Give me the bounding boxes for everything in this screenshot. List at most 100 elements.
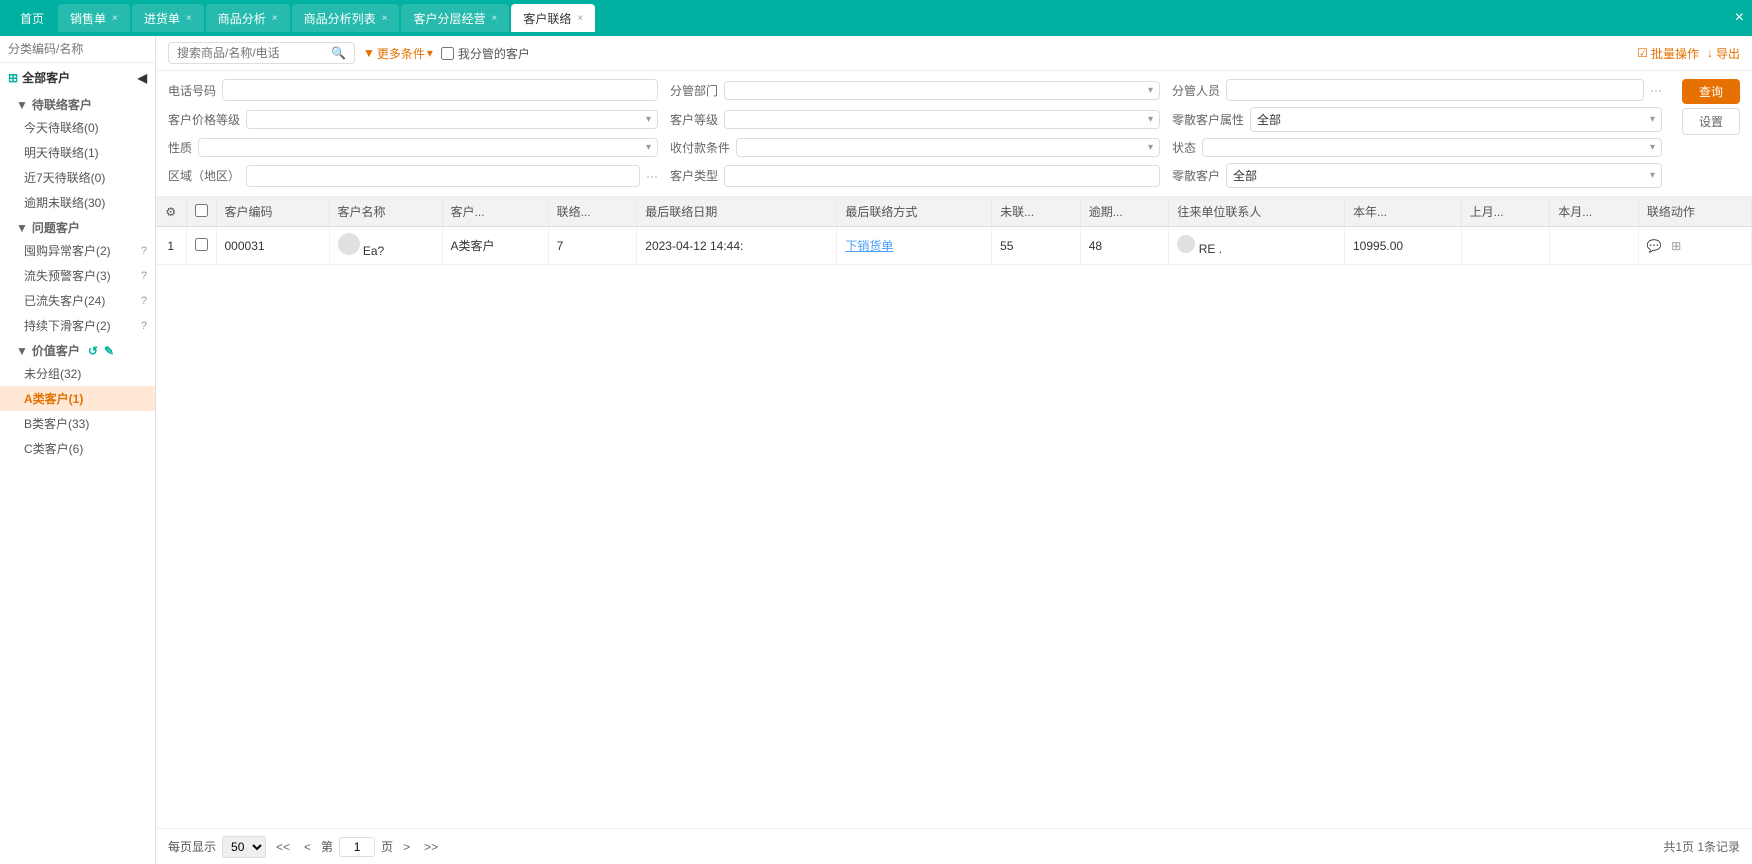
row-overdue: 48 [1080,227,1169,265]
col-this-month: 本月... [1550,197,1639,227]
sidebar-item-class-a[interactable]: A类客户(1) [0,386,155,411]
tab-customer-contact[interactable]: 客户联络 × [511,4,595,32]
sidebar-item-tomorrow-pending[interactable]: 明天待联络(1) [0,140,155,165]
phone-input[interactable] [222,79,658,101]
retail-attr-select[interactable]: 全部 ▾ [1250,107,1662,132]
nature-select[interactable]: ▾ [198,138,658,157]
person-input[interactable] [1226,79,1644,101]
row-actions-cell: 💬 ⊞ [1638,227,1751,265]
sidebar-item-overdue-pending[interactable]: 逾期未联络(30) [0,190,155,215]
payment-chevron-icon: ▾ [1148,142,1153,153]
table-header-row: ⚙ 客户编码 客户名称 客户... 联络... 最后联络日期 最后联络方式 未联… [156,197,1752,227]
next-last-btn[interactable]: >> [420,840,442,854]
refresh-icon[interactable]: ↺ [88,344,98,358]
col-code: 客户编码 [216,197,329,227]
region-ellipsis-btn[interactable]: ··· [646,169,658,183]
query-button[interactable]: 查询 [1682,79,1740,104]
customer-type-input[interactable] [724,165,1160,187]
sidebar-item-class-b[interactable]: B类客户(33) [0,411,155,436]
close-customer-contact-icon[interactable]: × [577,13,583,24]
close-product-analysis-list-icon[interactable]: × [382,13,388,24]
col-last-month: 上月... [1461,197,1550,227]
window-close-icon[interactable]: × [1735,9,1744,27]
filter-row-1: 电话号码 分管部门 ▾ 分管人员 [168,79,1674,101]
row-last-contact-method[interactable]: 下销货单 [837,227,992,265]
help-icon-lost-warning[interactable]: ? [141,270,147,282]
my-customers-checkbox[interactable]: 我分管的客户 [441,45,530,62]
dept-chevron-icon: ▾ [1148,85,1153,96]
sidebar-item-declining[interactable]: 持续下滑客户(2) ? [0,313,155,338]
row-this-month [1550,227,1639,265]
status-select[interactable]: ▾ [1202,138,1662,157]
row-checkbox[interactable] [195,238,208,251]
filter-cell-nature: 性质 ▾ [168,138,670,157]
last-contact-link[interactable]: 下销货单 [845,239,893,253]
sidebar-item-today-pending[interactable]: 今天待联络(0) [0,115,155,140]
my-customers-check[interactable] [441,47,454,60]
help-icon-abnormal[interactable]: ? [141,245,147,257]
export-btn[interactable]: ↓ 导出 [1707,45,1740,62]
filter-cell-customer-level: 客户等级 ▾ [670,110,1172,129]
col-not-contacted: 未联... [992,197,1081,227]
tab-sales-order[interactable]: 销售单 × [58,4,130,32]
prev-btn[interactable]: < [300,840,315,854]
sidebar-all-customers[interactable]: ⊞ 全部客户 ◀ [0,63,155,92]
sidebar-item-abnormal[interactable]: 囤购异常客户(2) ? [0,238,155,263]
more-filters-btn[interactable]: ▼ 更多条件 ▾ [363,45,433,62]
home-tab[interactable]: 首页 [8,4,56,32]
qrcode-icon[interactable]: ⊞ [1671,239,1681,253]
sidebar: 🔍 ⊞ 全部客户 ◀ ▼ 待联络客户 今天待联络(0) 明天待联络(1) 近7天… [0,36,156,864]
search-box: 🔍 [168,42,355,64]
region-input[interactable] [246,165,640,187]
page-number-input[interactable] [339,837,375,857]
search-icon[interactable]: 🔍 [331,46,346,60]
next-btn[interactable]: > [399,840,414,854]
settings-icon[interactable]: ⚙ [165,205,176,219]
comment-icon[interactable]: 💬 [1647,239,1662,253]
sidebar-item-ungrouped[interactable]: 未分组(32) [0,361,155,386]
col-contact-count: 联络... [548,197,637,227]
bottom-bar: 每页显示 50 << < 第 页 > >> 共1页 1条记录 [156,828,1752,864]
help-icon-lost[interactable]: ? [141,295,147,307]
sidebar-group-value: ▼ 价值客户 ↺ ✎ [0,338,155,361]
sidebar-item-7day-pending[interactable]: 近7天待联络(0) [0,165,155,190]
setting-button[interactable]: 设置 [1682,108,1740,135]
sidebar-item-lost[interactable]: 已流失客户(24) ? [0,288,155,313]
sidebar-search-area: 🔍 [0,36,155,63]
price-level-select[interactable]: ▾ [246,110,658,129]
batch-op-btn[interactable]: ☑ 批量操作 [1637,45,1699,62]
close-customer-tier-icon[interactable]: × [491,13,497,24]
close-product-analysis-icon[interactable]: × [272,13,278,24]
batch-op-icon: ☑ [1637,46,1648,60]
tab-customer-tier[interactable]: 客户分层经营 × [401,4,509,32]
row-checkbox-cell[interactable] [186,227,216,265]
sidebar-search-input[interactable] [8,42,156,56]
close-purchase-order-icon[interactable]: × [186,13,192,24]
dept-select[interactable]: ▾ [724,81,1160,100]
per-page-select[interactable]: 50 [222,836,266,858]
sidebar-item-class-c[interactable]: C类客户(6) [0,436,155,461]
search-input[interactable] [177,46,327,60]
filter-row-2: 客户价格等级 ▾ 客户等级 ▾ [168,107,1674,132]
col-settings[interactable]: ⚙ [156,197,186,227]
sidebar-item-lost-warning[interactable]: 流失预警客户(3) ? [0,263,155,288]
col-checkbox[interactable] [186,197,216,227]
export-icon: ↓ [1707,46,1713,60]
nature-chevron-icon: ▾ [646,142,651,153]
payment-select[interactable]: ▾ [736,138,1160,157]
retail-customer-select[interactable]: 全部 ▾ [1226,163,1662,188]
filter-cell-payment: 收付款条件 ▾ [670,138,1172,157]
person-ellipsis-btn[interactable]: ··· [1650,83,1662,97]
tab-purchase-order[interactable]: 进货单 × [132,4,204,32]
customer-level-select[interactable]: ▾ [724,110,1160,129]
tab-product-analysis[interactable]: 商品分析 × [206,4,290,32]
prev-first-btn[interactable]: << [272,840,294,854]
select-all-checkbox[interactable] [195,204,208,217]
close-sales-order-icon[interactable]: × [112,13,118,24]
table-row: 1 000031 Ea? A类客户 7 2023-04-12 14:44: 下销… [156,227,1752,265]
tab-product-analysis-list[interactable]: 商品分析列表 × [292,4,400,32]
help-icon-declining[interactable]: ? [141,320,147,332]
main-layout: 🔍 ⊞ 全部客户 ◀ ▼ 待联络客户 今天待联络(0) 明天待联络(1) 近7天… [0,36,1752,864]
edit-icon[interactable]: ✎ [104,344,114,358]
row-code: 000031 [216,227,329,265]
